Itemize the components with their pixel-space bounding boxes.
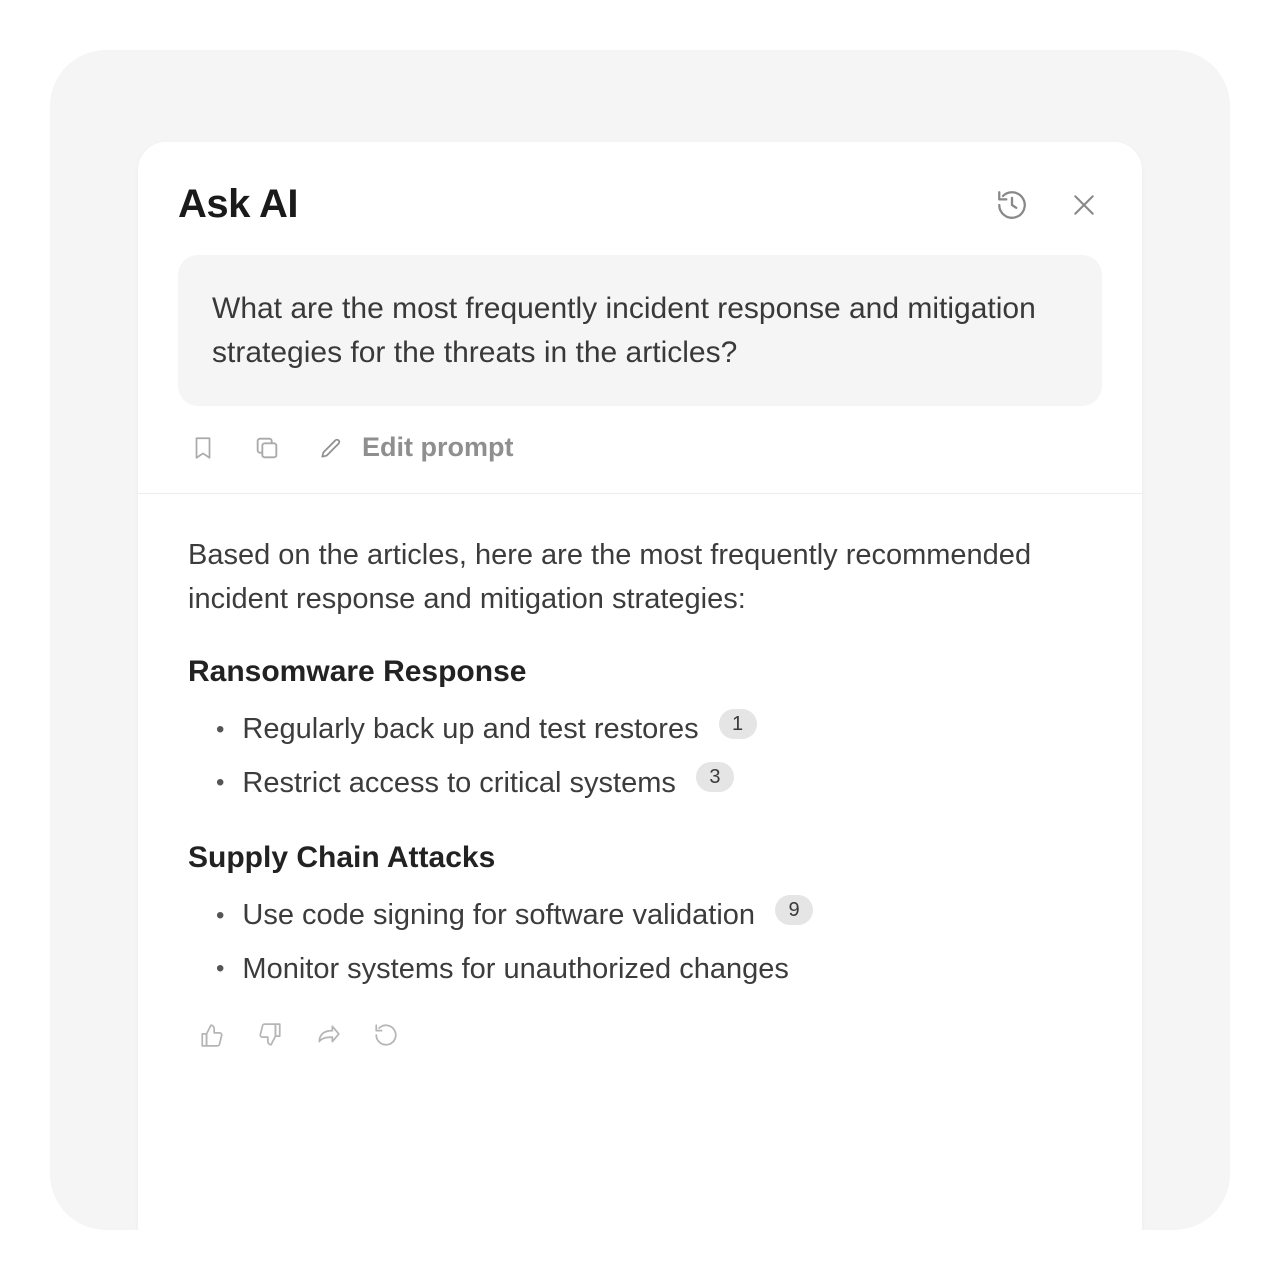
section-heading: Ransomware Response [188, 649, 1092, 694]
list-item-text: Monitor systems for unauthorized changes [242, 948, 788, 992]
panel-header: Ask AI [178, 182, 1102, 227]
close-button[interactable] [1066, 187, 1102, 223]
copy-button[interactable] [252, 433, 282, 463]
response-actions [188, 1021, 1092, 1049]
prompt-text: What are the most frequently incident re… [178, 255, 1102, 406]
share-icon [314, 1022, 342, 1048]
edit-prompt-button[interactable]: Edit prompt [316, 432, 513, 463]
panel-title: Ask AI [178, 182, 298, 227]
bookmark-button[interactable] [188, 433, 218, 463]
citation-badge[interactable]: 1 [719, 709, 757, 739]
ai-response: Based on the articles, here are the most… [178, 534, 1102, 1049]
response-intro: Based on the articles, here are the most… [188, 534, 1092, 621]
app-background: Ask AI What are the most freque [50, 50, 1230, 1230]
pencil-icon [318, 435, 344, 461]
history-icon [995, 188, 1029, 222]
list-item: Restrict access to critical systems 3 [188, 762, 1092, 806]
section-list: Use code signing for software validation… [188, 894, 1092, 991]
thumbs-down-icon [257, 1022, 283, 1048]
section-heading: Supply Chain Attacks [188, 835, 1092, 880]
list-item-text: Use code signing for software validation [242, 894, 755, 938]
prompt-actions: Edit prompt [178, 432, 1102, 493]
divider [138, 493, 1142, 494]
edit-prompt-label: Edit prompt [362, 432, 513, 463]
citation-badge[interactable]: 9 [775, 895, 813, 925]
citation-badge[interactable]: 3 [696, 762, 734, 792]
header-actions [994, 187, 1102, 223]
pencil-icon-wrap [316, 433, 346, 463]
list-item-text: Restrict access to critical systems [242, 762, 675, 806]
list-item-text: Regularly back up and test restores [242, 708, 698, 752]
list-item: Use code signing for software validation… [188, 894, 1092, 938]
thumbs-down-button[interactable] [256, 1021, 284, 1049]
share-button[interactable] [314, 1021, 342, 1049]
thumbs-up-button[interactable] [198, 1021, 226, 1049]
copy-icon [253, 434, 281, 462]
close-icon [1069, 190, 1099, 220]
retry-button[interactable] [372, 1021, 400, 1049]
list-item: Monitor systems for unauthorized changes [188, 948, 1092, 992]
thumbs-up-icon [199, 1022, 225, 1048]
section-list: Regularly back up and test restores 1 Re… [188, 708, 1092, 805]
history-button[interactable] [994, 187, 1030, 223]
list-item: Regularly back up and test restores 1 [188, 708, 1092, 752]
ask-ai-panel: Ask AI What are the most freque [138, 142, 1142, 1230]
bookmark-icon [190, 433, 216, 463]
retry-icon [373, 1022, 399, 1048]
